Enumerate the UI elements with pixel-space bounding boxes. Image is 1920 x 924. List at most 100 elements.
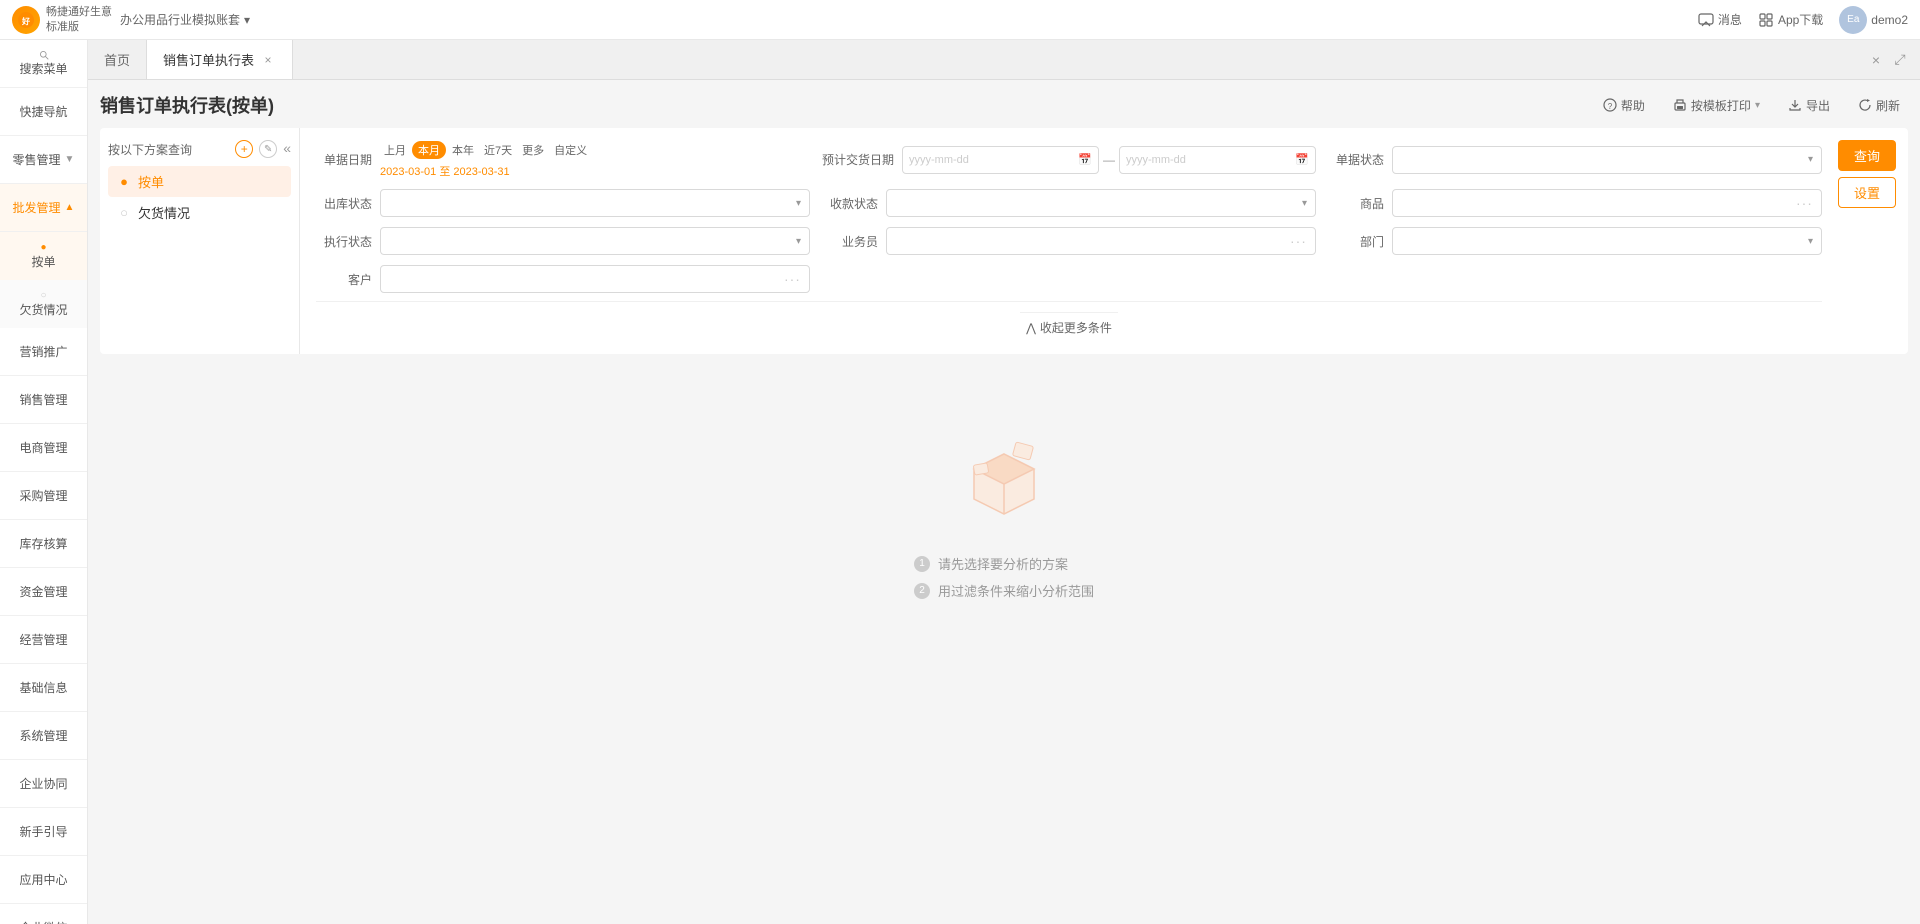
tab-sales-order-exec[interactable]: 销售订单执行表 × [147,40,293,79]
main-layout: 搜索菜单 快捷导航 零售管理 ▼ 批发管理 ▲ ● 按单 ○ 欠货情况 营销推广 [0,40,1920,924]
exec-status-select[interactable]: ▾ [380,227,810,255]
expected-date-from[interactable]: yyyy-mm-dd 📅 [902,146,1099,174]
sidebar-item-guide[interactable]: 新手引导 [0,808,87,856]
date-btn-this-month[interactable]: 本月 [412,141,446,159]
sidebar-item-wholesale[interactable]: 批发管理 ▲ [0,184,87,232]
filter-field-expected-date: 预计交货日期 yyyy-mm-dd 📅 — yyyy-mm-dd [822,146,1316,174]
settings-btn[interactable]: 设置 [1838,177,1896,208]
collection-status-select[interactable]: ▾ [886,189,1316,217]
sidebar-item-apps[interactable]: 应用中心 [0,856,87,904]
filter-right: 单据日期 上月 本月 本年 近7天 更多 自定义 [300,128,1838,354]
print-icon [1673,98,1687,112]
page-actions: ? 帮助 按模板打印 ▾ 导出 刷新 [1595,93,1908,118]
app-download-icon [1758,12,1774,28]
filter-field-doc-status: 单据状态 ▾ [1328,146,1822,174]
expected-date-range: yyyy-mm-dd 📅 — yyyy-mm-dd 📅 [902,146,1316,174]
logo-text: 畅捷通好生意 标准版 [46,5,112,34]
collapse-more-btn[interactable]: ⋀ 收起更多条件 [1020,312,1118,342]
sidebar-item-inventory[interactable]: 库存核算 [0,520,87,568]
sidebar-item-finance[interactable]: 资金管理 [0,568,87,616]
customer-input[interactable]: ··· [380,265,810,293]
company-select[interactable]: 办公用品行业模拟账套 ▾ [120,11,250,28]
export-icon [1788,98,1802,112]
empty-tips: 1 请先选择要分析的方案 2 用过滤条件来缩小分析范围 [914,554,1094,600]
filter-row-2: 出库状态 ▾ 收款状态 ▾ [316,189,1822,217]
filter-panel: 按以下方案查询 + ✎ « ● 按单 ○ 欠货情况 [100,128,1908,354]
tab-close-btn[interactable]: × [260,52,276,68]
filter-field-customer: 客户 ··· [316,265,810,293]
empty-state: 1 请先选择要分析的方案 2 用过滤条件来缩小分析范围 [100,354,1908,680]
delivery-status-select[interactable]: ▾ [380,189,810,217]
tab-home[interactable]: 首页 [88,40,147,79]
search-icon [37,50,51,60]
header-right: 消息 App下载 Ea demo2 [1698,6,1908,34]
sidebar-sub-shortage[interactable]: ○ 欠货情况 [0,280,87,328]
date-quick-btns: 上月 本月 本年 近7天 更多 自定义 [380,140,810,160]
sidebar-quick-nav[interactable]: 快捷导航 [0,88,87,136]
sidebar-item-marketing[interactable]: 营销推广 [0,328,87,376]
sidebar-item-purchase[interactable]: 采购管理 [0,472,87,520]
filter-rows: 单据日期 上月 本月 本年 近7天 更多 自定义 [316,140,1822,293]
filter-field-goods: 商品 ··· [1328,189,1822,217]
doc-status-select[interactable]: ▾ [1392,146,1822,174]
window-controls: × ⤢ [1868,52,1920,68]
add-scheme-btn[interactable]: + [235,140,253,158]
help-icon: ? [1603,98,1617,112]
date-btn-7days[interactable]: 近7天 [480,140,516,160]
sidebar-sub-by-order[interactable]: ● 按单 [0,232,87,280]
date-btn-custom[interactable]: 自定义 [550,140,591,160]
filter-nav-by-order[interactable]: ● 按单 [108,166,291,197]
sidebar-item-operations[interactable]: 经营管理 [0,616,87,664]
user-avatar: Ea [1839,6,1867,34]
svg-text:好: 好 [21,16,30,26]
goods-input[interactable]: ··· [1392,189,1822,217]
user-profile-btn[interactable]: Ea demo2 [1839,6,1908,34]
sidebar-item-basic[interactable]: 基础信息 [0,664,87,712]
expected-date-to[interactable]: yyyy-mm-dd 📅 [1119,146,1316,174]
date-btn-this-year[interactable]: 本年 [448,140,478,160]
filter-field-delivery-status: 出库状态 ▾ [316,189,810,217]
date-btn-more[interactable]: 更多 [518,140,548,160]
sidebar-search[interactable]: 搜索菜单 [0,40,87,88]
sidebar-item-ecommerce[interactable]: 电商管理 [0,424,87,472]
window-close-btn[interactable]: × [1868,52,1884,68]
content-area: 首页 销售订单执行表 × × ⤢ 销售订单执行表(按单) ? 帮助 [88,40,1920,924]
print-btn[interactable]: 按模板打印 ▾ [1665,93,1768,118]
search-btn[interactable]: 查询 [1838,140,1896,171]
top-header: 好 畅捷通好生意 标准版 办公用品行业模拟账套 ▾ 消息 App下载 Ea de… [0,0,1920,40]
empty-icon [954,434,1054,534]
empty-tip-2: 2 用过滤条件来缩小分析范围 [914,581,1094,600]
tab-bar: 首页 销售订单执行表 × × ⤢ [88,40,1920,80]
app-download-btn[interactable]: App下载 [1758,11,1823,28]
edit-scheme-btn[interactable]: ✎ [259,140,277,158]
page-content: 销售订单执行表(按单) ? 帮助 按模板打印 ▾ 导出 [88,80,1920,924]
message-icon [1698,12,1714,28]
department-select[interactable]: ▾ [1392,227,1822,255]
filter-field-collection-status: 收款状态 ▾ [822,189,1316,217]
window-maximize-btn[interactable]: ⤢ [1892,52,1908,68]
refresh-btn[interactable]: 刷新 [1850,93,1908,118]
filter-left-header: 按以下方案查询 + ✎ « [108,140,291,158]
filter-field-salesperson: 业务员 ··· [822,227,1316,255]
filter-left-icons: + ✎ « [235,140,291,158]
filter-row-4: 客户 ··· [316,265,1822,293]
salesperson-input[interactable]: ··· [886,227,1316,255]
message-btn[interactable]: 消息 [1698,11,1742,28]
header-left: 好 畅捷通好生意 标准版 办公用品行业模拟账套 ▾ [12,5,250,34]
help-btn[interactable]: ? 帮助 [1595,93,1653,118]
sidebar-item-collab[interactable]: 企业协同 [0,760,87,808]
sidebar-item-retail[interactable]: 零售管理 ▼ [0,136,87,184]
filter-field-date: 单据日期 上月 本月 本年 近7天 更多 自定义 [316,140,810,179]
sidebar-sub-items: ● 按单 ○ 欠货情况 [0,232,87,328]
sidebar-item-sales[interactable]: 销售管理 [0,376,87,424]
export-btn[interactable]: 导出 [1780,93,1838,118]
filter-field-exec-status: 执行状态 ▾ [316,227,810,255]
refresh-icon [1858,98,1872,112]
page-title-bar: 销售订单执行表(按单) ? 帮助 按模板打印 ▾ 导出 [100,92,1908,118]
filter-nav-shortage[interactable]: ○ 欠货情况 [108,197,291,228]
sidebar-item-system[interactable]: 系统管理 [0,712,87,760]
sidebar-item-wxwork[interactable]: 企业微信 [0,904,87,924]
date-btn-last-month[interactable]: 上月 [380,140,410,160]
empty-tip-1: 1 请先选择要分析的方案 [914,554,1094,573]
collapse-left-btn[interactable]: « [283,140,291,158]
